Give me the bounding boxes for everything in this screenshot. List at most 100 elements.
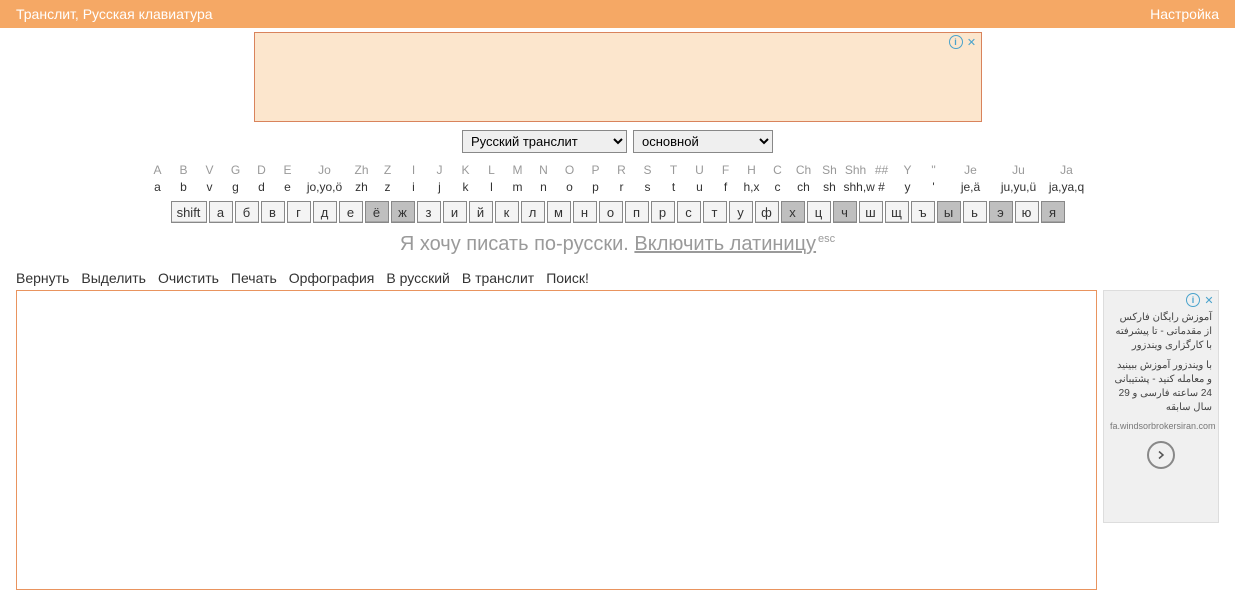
kb-latin-upper: J (428, 163, 452, 178)
arrow-right-icon[interactable] (1147, 441, 1175, 469)
kb-latin-lower: m (506, 180, 530, 195)
kb-latin-upper: E (276, 163, 300, 178)
kb-latin-lower: o (558, 180, 582, 195)
cyrillic-key[interactable]: а (209, 201, 233, 223)
cyrillic-key[interactable]: й (469, 201, 493, 223)
kb-latin-lower: d (250, 180, 274, 195)
kb-latin-upper: Je (948, 163, 994, 178)
kb-latin-upper: O (558, 163, 582, 178)
cyrillic-key[interactable]: э (989, 201, 1013, 223)
settings-link[interactable]: Настройка (1150, 6, 1219, 22)
kb-latin-upper: H (740, 163, 764, 178)
kb-latin-lower: r (610, 180, 634, 195)
kb-latin-upper: Zh (350, 163, 374, 178)
kb-latin-lower: h,x (740, 180, 764, 195)
cyrillic-key[interactable]: ь (963, 201, 987, 223)
kb-latin-upper: M (506, 163, 530, 178)
kb-latin-lower: c (766, 180, 790, 195)
cyrillic-key[interactable]: у (729, 201, 753, 223)
toolbar-action[interactable]: Орфография (289, 270, 375, 286)
kb-latin-lower: shh,w (844, 180, 868, 195)
cyrillic-key[interactable]: м (547, 201, 571, 223)
kb-latin-upper: N (532, 163, 556, 178)
kb-latin-lower: g (224, 180, 248, 195)
cyrillic-key[interactable]: д (313, 201, 337, 223)
cyrillic-key[interactable]: к (495, 201, 519, 223)
cyrillic-key[interactable]: т (703, 201, 727, 223)
kb-latin-upper: Ju (996, 163, 1042, 178)
kb-latin-lower: y (896, 180, 920, 195)
cyrillic-key[interactable]: з (417, 201, 441, 223)
cyrillic-key[interactable]: ч (833, 201, 857, 223)
switch-latin-link[interactable]: Включить латиницу (634, 233, 816, 255)
kb-latin-lower: # (870, 180, 894, 195)
kb-latin-lower: v (198, 180, 222, 195)
kb-latin-upper: Ch (792, 163, 816, 178)
kb-latin-lower: k (454, 180, 478, 195)
kb-latin-upper: T (662, 163, 686, 178)
top-banner-ad[interactable]: i ✕ (254, 32, 982, 122)
cyrillic-key[interactable]: ё (365, 201, 389, 223)
adchoices-icon[interactable]: i (1186, 293, 1200, 307)
kb-latin-upper: I (402, 163, 426, 178)
cyrillic-key[interactable]: я (1041, 201, 1065, 223)
cyrillic-key[interactable]: и (443, 201, 467, 223)
mode-message: Я хочу писать по-русски. Включить латини… (0, 233, 1235, 256)
side-ad[interactable]: i ✕ آموزش رایگان فارکس از مقدماتی - تا پ… (1103, 290, 1219, 523)
kb-latin-upper: Shh (844, 163, 868, 178)
kb-latin-upper: S (636, 163, 660, 178)
kb-latin-upper: G (224, 163, 248, 178)
adchoices-icon[interactable]: i (949, 35, 963, 49)
cyrillic-key[interactable]: х (781, 201, 805, 223)
cyrillic-key[interactable]: ш (859, 201, 883, 223)
ad-headline: آموزش رایگان فارکس از مقدماتی - تا پیشرف… (1110, 311, 1212, 353)
cyrillic-key[interactable]: е (339, 201, 363, 223)
toolbar-action[interactable]: Выделить (81, 270, 146, 286)
cyrillic-key[interactable]: о (599, 201, 623, 223)
cyrillic-key[interactable]: ы (937, 201, 961, 223)
cyrillic-key[interactable]: н (573, 201, 597, 223)
kb-latin-lower: ja,ya,q (1044, 180, 1090, 195)
kb-latin-lower: ju,yu,ü (996, 180, 1042, 195)
cyrillic-key[interactable]: р (651, 201, 675, 223)
kb-latin-upper: U (688, 163, 712, 178)
toolbar-action[interactable]: В русский (386, 270, 449, 286)
kb-latin-lower: ch (792, 180, 816, 195)
kb-latin-upper: Sh (818, 163, 842, 178)
cyrillic-key[interactable]: б (235, 201, 259, 223)
cyrillic-key[interactable]: л (521, 201, 545, 223)
kb-latin-upper: V (198, 163, 222, 178)
mode-select[interactable]: основной (633, 130, 773, 153)
toolbar-action[interactable]: Поиск! (546, 270, 589, 286)
cyrillic-key[interactable]: ф (755, 201, 779, 223)
kb-latin-upper: R (610, 163, 634, 178)
kb-latin-lower: f (714, 180, 738, 195)
cyrillic-key[interactable]: ж (391, 201, 415, 223)
shift-key[interactable]: shift (171, 201, 207, 223)
cyrillic-key[interactable]: в (261, 201, 285, 223)
toolbar-action[interactable]: Вернуть (16, 270, 69, 286)
cyrillic-key[interactable]: с (677, 201, 701, 223)
cyrillic-key[interactable]: ц (807, 201, 831, 223)
language-select[interactable]: Русский транслит (462, 130, 627, 153)
toolbar-action[interactable]: Очистить (158, 270, 219, 286)
kb-latin-lower: z (376, 180, 400, 195)
kb-latin-upper: D (250, 163, 274, 178)
toolbar-action[interactable]: Печать (231, 270, 277, 286)
toolbar-action[interactable]: В транслит (462, 270, 534, 286)
cyrillic-key[interactable]: п (625, 201, 649, 223)
ad-subhead: با ویندزور آموزش ببینید و معامله کنید - … (1110, 359, 1212, 415)
kb-latin-lower: b (172, 180, 196, 195)
ad-domain: fa.windsorbrokersiran.com (1110, 421, 1212, 431)
cyrillic-key[interactable]: щ (885, 201, 909, 223)
cyrillic-key[interactable]: ю (1015, 201, 1039, 223)
cyrillic-key[interactable]: г (287, 201, 311, 223)
cyrillic-key[interactable]: ъ (911, 201, 935, 223)
kb-latin-upper: Y (896, 163, 920, 178)
kb-latin-upper: Ja (1044, 163, 1090, 178)
kb-latin-upper: L (480, 163, 504, 178)
ad-close-icon[interactable]: ✕ (965, 35, 979, 49)
main-textarea[interactable] (16, 290, 1097, 590)
ad-close-icon[interactable]: ✕ (1202, 293, 1216, 307)
kb-latin-lower: jo,yo,ö (302, 180, 348, 195)
